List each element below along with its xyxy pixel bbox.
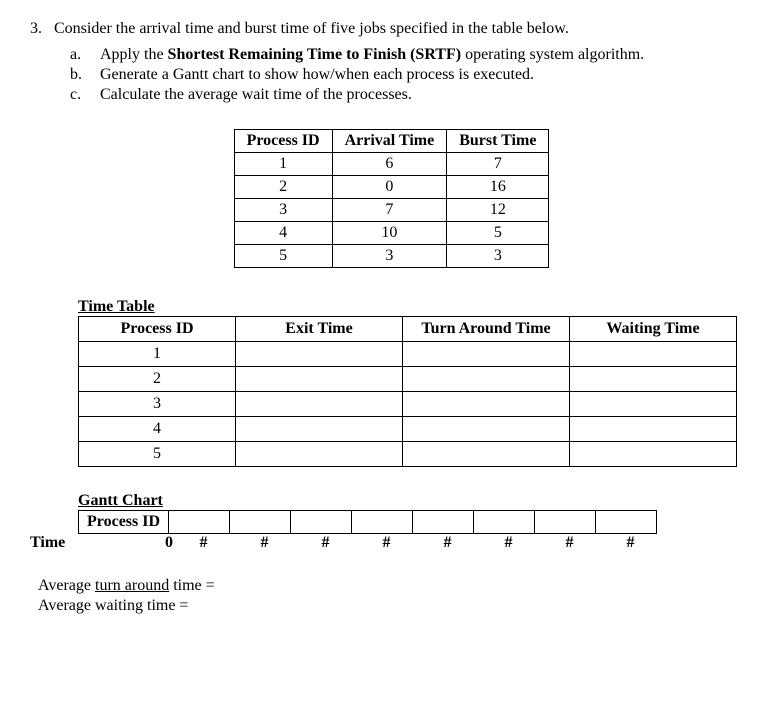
gantt-cell xyxy=(413,510,474,534)
averages-block: Average turn around time = Average waiti… xyxy=(38,577,753,615)
gantt-cell xyxy=(352,510,413,534)
table-cell: 1 xyxy=(79,342,236,367)
header-turnaround-time: Turn Around Time xyxy=(403,317,570,342)
table-cell xyxy=(236,367,403,392)
table-cell xyxy=(570,442,737,467)
gantt-time-value: # xyxy=(478,534,539,552)
table-row: 2016 xyxy=(234,176,549,199)
table-cell xyxy=(403,392,570,417)
table-cell xyxy=(570,417,737,442)
header-exit-time: Exit Time xyxy=(236,317,403,342)
gantt-row-label: Process ID xyxy=(78,510,169,534)
table-row: 5 xyxy=(79,442,737,467)
table-cell: 4 xyxy=(234,222,332,245)
underlined-text: turn around xyxy=(95,577,169,594)
gantt-time-label: Time xyxy=(30,534,78,552)
table-cell xyxy=(236,417,403,442)
header-burst-time: Burst Time xyxy=(447,130,549,153)
table-row: 1 xyxy=(79,342,737,367)
table-cell: 1 xyxy=(234,153,332,176)
sub-letter: a. xyxy=(70,46,88,64)
question-block: 3. Consider the arrival time and burst t… xyxy=(30,20,753,38)
table-cell xyxy=(403,342,570,367)
table-header-row: Process ID Exit Time Turn Around Time Wa… xyxy=(79,317,737,342)
sub-letter: b. xyxy=(70,66,88,84)
avg-turnaround: Average turn around time = xyxy=(38,577,753,595)
table-row: 2 xyxy=(79,367,737,392)
gantt-time-value: # xyxy=(417,534,478,552)
table-cell: 4 xyxy=(79,417,236,442)
table-cell xyxy=(403,417,570,442)
table-cell: 10 xyxy=(332,222,447,245)
question-text: Consider the arrival time and burst time… xyxy=(54,20,569,38)
table-cell: 6 xyxy=(332,153,447,176)
gantt-cell xyxy=(230,510,291,534)
gantt-cell xyxy=(596,510,657,534)
table-cell xyxy=(570,342,737,367)
sub-text: Apply the Shortest Remaining Time to Fin… xyxy=(100,46,644,64)
gantt-cell xyxy=(291,510,352,534)
gantt-time-value: 0 xyxy=(78,534,173,552)
gantt-time-value: # xyxy=(173,534,234,552)
sub-item-a: a. Apply the Shortest Remaining Time to … xyxy=(70,46,753,64)
gantt-time-value: # xyxy=(356,534,417,552)
table-cell: 0 xyxy=(332,176,447,199)
table-row: 533 xyxy=(234,245,549,268)
table-cell: 5 xyxy=(447,222,549,245)
table-cell: 3 xyxy=(234,199,332,222)
table-cell: 16 xyxy=(447,176,549,199)
gantt-time-row: Time 0 # # # # # # # # xyxy=(30,534,753,552)
header-waiting-time: Waiting Time xyxy=(570,317,737,342)
time-table: Process ID Exit Time Turn Around Time Wa… xyxy=(78,316,737,467)
table-cell: 12 xyxy=(447,199,549,222)
time-table-title: Time Table xyxy=(78,298,753,316)
table-cell: 7 xyxy=(332,199,447,222)
sub-item-c: c. Calculate the average wait time of th… xyxy=(70,86,753,104)
table-cell xyxy=(403,367,570,392)
table-row: 4 xyxy=(79,417,737,442)
table-row: 3 xyxy=(79,392,737,417)
table-cell: 2 xyxy=(79,367,236,392)
table-cell xyxy=(570,392,737,417)
table-cell xyxy=(236,392,403,417)
bold-term: Shortest Remaining Time to Finish (SRTF) xyxy=(168,46,462,63)
table-row: 3712 xyxy=(234,199,549,222)
header-process-id: Process ID xyxy=(79,317,236,342)
gantt-process-row: Process ID xyxy=(78,510,753,534)
table-cell xyxy=(236,442,403,467)
table-row: 167 xyxy=(234,153,549,176)
table-row: 4105 xyxy=(234,222,549,245)
sub-text: Calculate the average wait time of the p… xyxy=(100,86,412,104)
table-header-row: Process ID Arrival Time Burst Time xyxy=(234,130,549,153)
table-cell xyxy=(403,442,570,467)
table-cell: 3 xyxy=(332,245,447,268)
table-cell xyxy=(236,342,403,367)
table-cell: 2 xyxy=(234,176,332,199)
sub-text: Generate a Gantt chart to show how/when … xyxy=(100,66,534,84)
table-cell: 7 xyxy=(447,153,549,176)
gantt-cell xyxy=(169,510,230,534)
gantt-time-value: # xyxy=(600,534,661,552)
table-cell: 3 xyxy=(79,392,236,417)
header-arrival-time: Arrival Time xyxy=(332,130,447,153)
table-cell: 5 xyxy=(234,245,332,268)
gantt-time-value: # xyxy=(295,534,356,552)
table-cell: 3 xyxy=(447,245,549,268)
sub-question-list: a. Apply the Shortest Remaining Time to … xyxy=(70,46,753,104)
gantt-time-value: # xyxy=(234,534,295,552)
header-process-id: Process ID xyxy=(234,130,332,153)
gantt-cell xyxy=(535,510,596,534)
avg-waiting: Average waiting time = xyxy=(38,597,753,615)
gantt-chart-title: Gantt Chart xyxy=(78,492,753,510)
gantt-cell xyxy=(474,510,535,534)
gantt-time-value: # xyxy=(539,534,600,552)
sub-letter: c. xyxy=(70,86,88,104)
table-cell: 5 xyxy=(79,442,236,467)
question-number: 3. xyxy=(30,20,42,38)
sub-item-b: b. Generate a Gantt chart to show how/wh… xyxy=(70,66,753,84)
process-table: Process ID Arrival Time Burst Time 16720… xyxy=(234,129,550,268)
table-cell xyxy=(570,367,737,392)
